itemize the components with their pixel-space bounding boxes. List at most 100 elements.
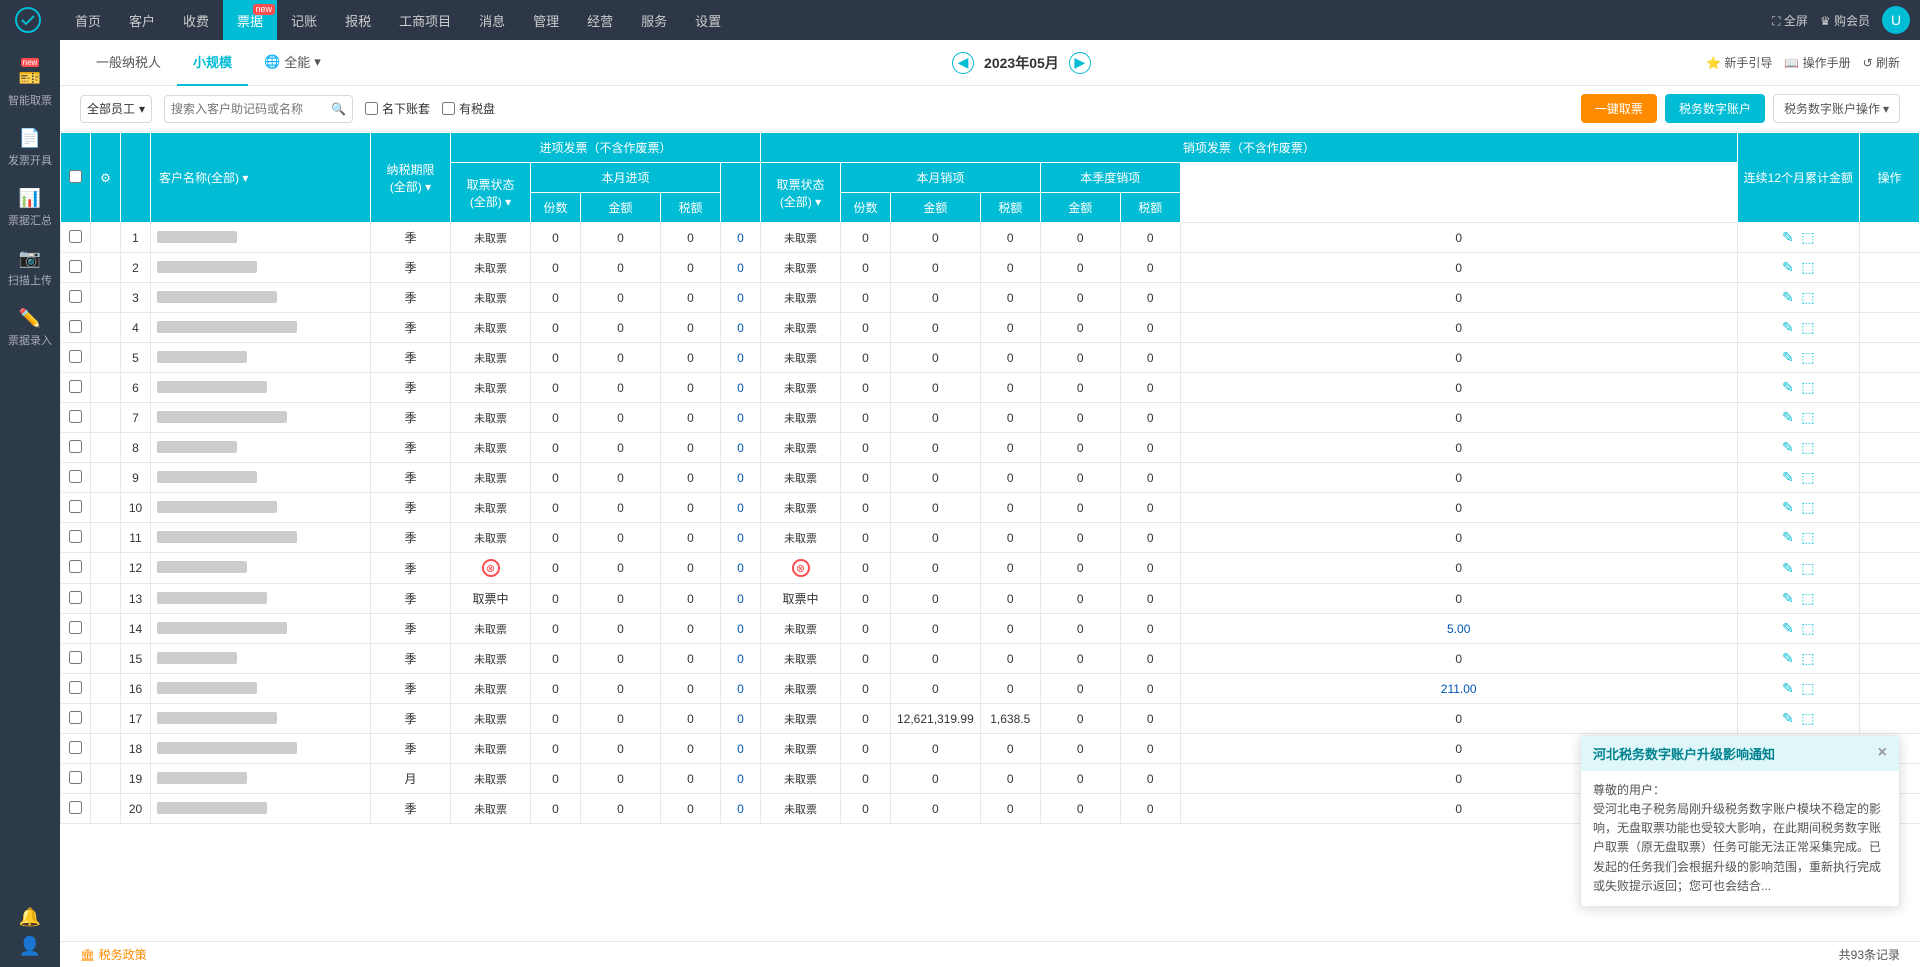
employee-select[interactable]: 全部员工 ▾ bbox=[80, 95, 152, 123]
tab-general[interactable]: 一般纳税人 bbox=[80, 40, 177, 86]
nav-settings[interactable]: 设置 bbox=[681, 0, 735, 40]
copy-icon[interactable]: ⬚ bbox=[1801, 259, 1814, 275]
edit-icon[interactable]: ✎ bbox=[1782, 379, 1794, 395]
nav-operation[interactable]: 经营 bbox=[573, 0, 627, 40]
manual-btn[interactable]: 📖 操作手册 bbox=[1784, 54, 1850, 71]
row-checkbox[interactable] bbox=[69, 320, 82, 333]
cell-checkbox[interactable] bbox=[61, 283, 91, 313]
cell-checkbox[interactable] bbox=[61, 313, 91, 343]
row-checkbox[interactable] bbox=[69, 230, 82, 243]
row-checkbox[interactable] bbox=[69, 591, 82, 604]
tab-small[interactable]: 小规模 bbox=[177, 40, 248, 86]
copy-icon[interactable]: ⬚ bbox=[1801, 710, 1814, 726]
nav-business[interactable]: 工商项目 bbox=[385, 0, 465, 40]
copy-icon[interactable]: ⬚ bbox=[1801, 560, 1814, 576]
edit-icon[interactable]: ✎ bbox=[1782, 710, 1794, 726]
row-checkbox[interactable] bbox=[69, 771, 82, 784]
edit-icon[interactable]: ✎ bbox=[1782, 229, 1794, 245]
row-checkbox[interactable] bbox=[69, 470, 82, 483]
cell-checkbox[interactable] bbox=[61, 704, 91, 734]
cell-checkbox[interactable] bbox=[61, 584, 91, 614]
cell-checkbox[interactable] bbox=[61, 493, 91, 523]
refresh-btn[interactable]: ↺ 刷新 bbox=[1863, 54, 1900, 71]
sidebar-item-open-invoice[interactable]: 📄 发票开具 bbox=[0, 118, 60, 178]
sidebar-bell-icon[interactable]: 🔔 bbox=[19, 907, 41, 928]
tax-policy-link[interactable]: 🏛 税务政策 bbox=[80, 946, 147, 963]
copy-icon[interactable]: ⬚ bbox=[1801, 620, 1814, 636]
cell-checkbox[interactable] bbox=[61, 523, 91, 553]
cell-checkbox[interactable] bbox=[61, 644, 91, 674]
copy-icon[interactable]: ⬚ bbox=[1801, 590, 1814, 606]
sub-ledger-checkbox-wrap[interactable]: 名下账套 bbox=[365, 100, 430, 117]
row-checkbox[interactable] bbox=[69, 651, 82, 664]
copy-icon[interactable]: ⬚ bbox=[1801, 319, 1814, 335]
edit-icon[interactable]: ✎ bbox=[1782, 469, 1794, 485]
cell-checkbox[interactable] bbox=[61, 223, 91, 253]
edit-icon[interactable]: ✎ bbox=[1782, 319, 1794, 335]
edit-icon[interactable]: ✎ bbox=[1782, 560, 1794, 576]
cell-checkbox[interactable] bbox=[61, 253, 91, 283]
nav-customer[interactable]: 客户 bbox=[115, 0, 169, 40]
sidebar-item-smart-invoice[interactable]: new 🎫 智能取票 bbox=[0, 48, 60, 118]
edit-icon[interactable]: ✎ bbox=[1782, 590, 1794, 606]
row-checkbox[interactable] bbox=[69, 290, 82, 303]
cell-checkbox[interactable] bbox=[61, 373, 91, 403]
row-checkbox[interactable] bbox=[69, 260, 82, 273]
copy-icon[interactable]: ⬚ bbox=[1801, 439, 1814, 455]
nav-manage[interactable]: 管理 bbox=[519, 0, 573, 40]
edit-icon[interactable]: ✎ bbox=[1782, 289, 1794, 305]
copy-icon[interactable]: ⬚ bbox=[1801, 529, 1814, 545]
row-checkbox[interactable] bbox=[69, 380, 82, 393]
copy-icon[interactable]: ⬚ bbox=[1801, 409, 1814, 425]
prev-month-btn[interactable]: ◀ bbox=[952, 52, 974, 74]
row-checkbox[interactable] bbox=[69, 711, 82, 724]
cell-checkbox[interactable] bbox=[61, 463, 91, 493]
nav-bookkeeping[interactable]: 记账 bbox=[277, 0, 331, 40]
cell-checkbox[interactable] bbox=[61, 553, 91, 584]
copy-icon[interactable]: ⬚ bbox=[1801, 469, 1814, 485]
copy-icon[interactable]: ⬚ bbox=[1801, 229, 1814, 245]
cell-checkbox[interactable] bbox=[61, 764, 91, 794]
cell-checkbox[interactable] bbox=[61, 794, 91, 824]
edit-icon[interactable]: ✎ bbox=[1782, 439, 1794, 455]
edit-icon[interactable]: ✎ bbox=[1782, 259, 1794, 275]
sidebar-item-scan[interactable]: 📷 扫描上传 bbox=[0, 238, 60, 298]
search-icon[interactable]: 🔍 bbox=[331, 102, 346, 116]
row-checkbox[interactable] bbox=[69, 500, 82, 513]
cell-checkbox[interactable] bbox=[61, 674, 91, 704]
row-checkbox[interactable] bbox=[69, 560, 82, 573]
edit-icon[interactable]: ✎ bbox=[1782, 349, 1794, 365]
copy-icon[interactable]: ⬚ bbox=[1801, 499, 1814, 515]
row-checkbox[interactable] bbox=[69, 681, 82, 694]
nav-income[interactable]: 收费 bbox=[169, 0, 223, 40]
row-checkbox[interactable] bbox=[69, 440, 82, 453]
sub-ledger-checkbox[interactable] bbox=[365, 102, 378, 115]
cell-checkbox[interactable] bbox=[61, 433, 91, 463]
fullscreen-btn[interactable]: ⛶ 全屏 bbox=[1772, 12, 1808, 29]
copy-icon[interactable]: ⬚ bbox=[1801, 650, 1814, 666]
nav-message[interactable]: 消息 bbox=[465, 0, 519, 40]
tab-all[interactable]: 🌐 全能 ▾ bbox=[248, 40, 337, 86]
row-checkbox[interactable] bbox=[69, 621, 82, 634]
sidebar-user-icon[interactable]: 👤 bbox=[19, 936, 41, 957]
row-checkbox[interactable] bbox=[69, 350, 82, 363]
cell-checkbox[interactable] bbox=[61, 614, 91, 644]
user-avatar[interactable]: U bbox=[1882, 6, 1910, 34]
copy-icon[interactable]: ⬚ bbox=[1801, 349, 1814, 365]
copy-icon[interactable]: ⬚ bbox=[1801, 289, 1814, 305]
member-btn[interactable]: ♛ 购会员 bbox=[1820, 12, 1870, 29]
search-input[interactable] bbox=[171, 102, 331, 116]
sidebar-item-summary[interactable]: 📊 票据汇总 bbox=[0, 178, 60, 238]
edit-icon[interactable]: ✎ bbox=[1782, 650, 1794, 666]
nav-tax[interactable]: 报税 bbox=[331, 0, 385, 40]
copy-icon[interactable]: ⬚ bbox=[1801, 680, 1814, 696]
cell-checkbox[interactable] bbox=[61, 734, 91, 764]
edit-icon[interactable]: ✎ bbox=[1782, 680, 1794, 696]
edit-icon[interactable]: ✎ bbox=[1782, 499, 1794, 515]
one-key-invoice-btn[interactable]: 一键取票 bbox=[1581, 94, 1657, 123]
sidebar-item-entry[interactable]: ✏️ 票据录入 bbox=[0, 298, 60, 358]
tax-digital-account-btn[interactable]: 税务数字账户 bbox=[1665, 94, 1765, 123]
notif-close-btn[interactable]: × bbox=[1878, 744, 1887, 762]
nav-invoice[interactable]: 票据 new bbox=[223, 0, 277, 40]
cell-checkbox[interactable] bbox=[61, 343, 91, 373]
